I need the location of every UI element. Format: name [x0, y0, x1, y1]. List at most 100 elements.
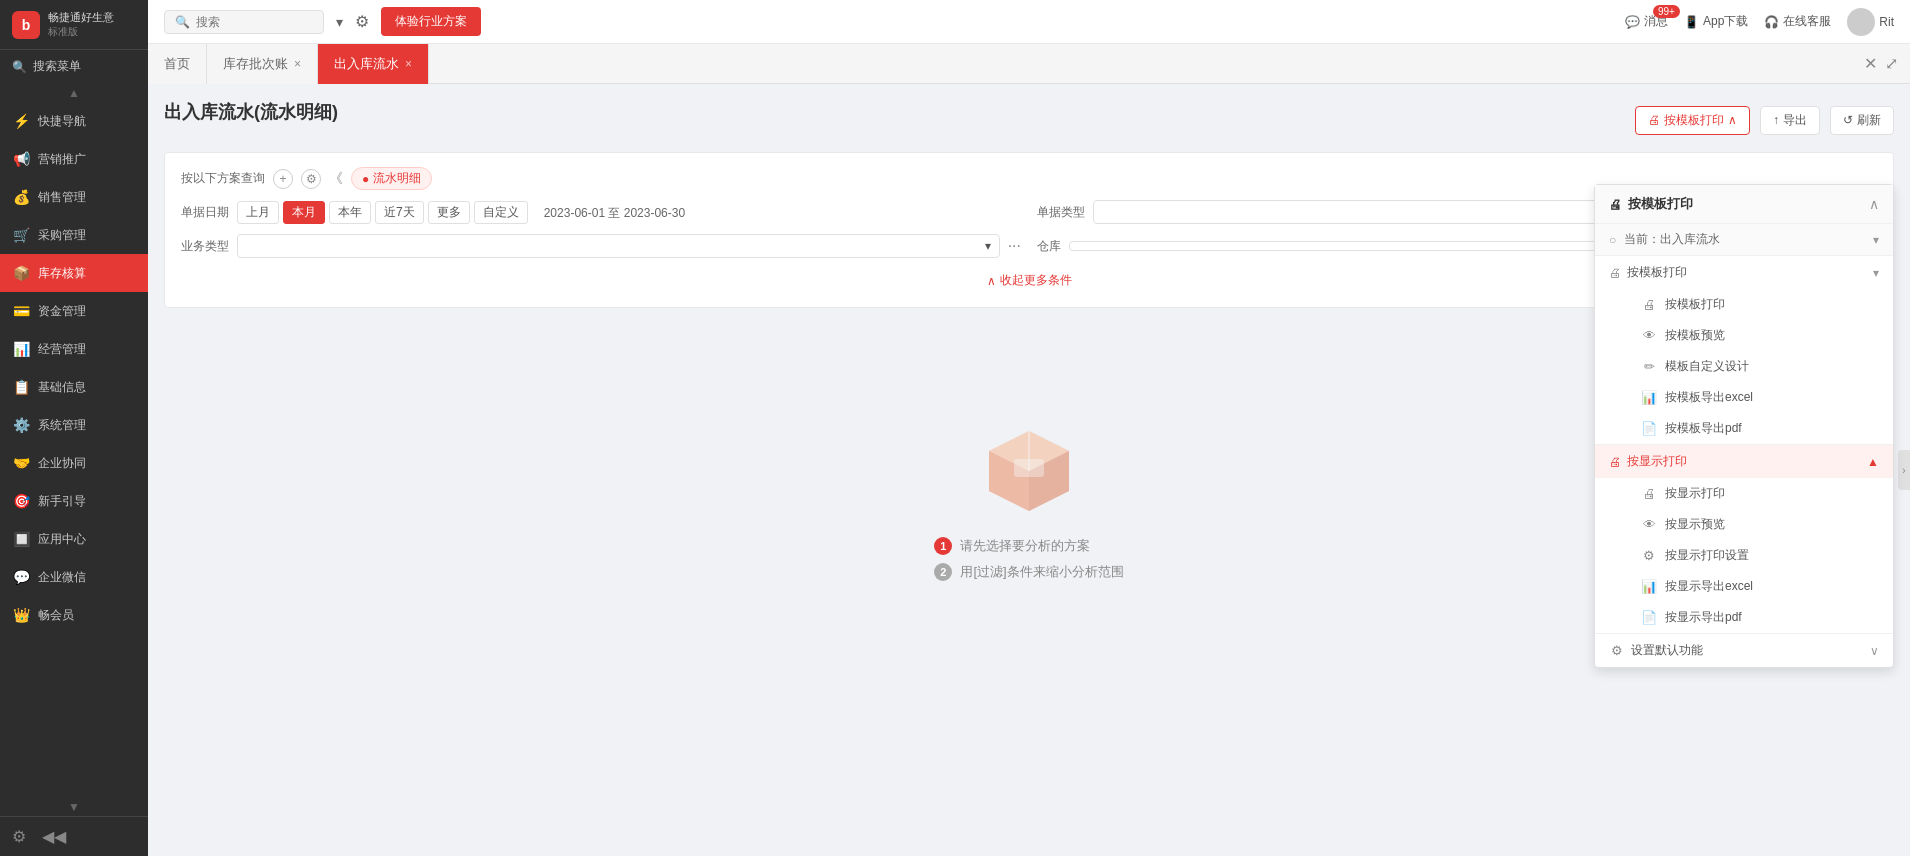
- tab-inout-flow-close[interactable]: ×: [405, 57, 412, 71]
- dropdown-item-display-preview[interactable]: 👁 按显示预览: [1595, 509, 1893, 540]
- dropdown-item-display-settings[interactable]: ⚙ 按显示打印设置: [1595, 540, 1893, 571]
- chevron-down-icon: ▼: [68, 800, 80, 814]
- sidebar-item-wechat[interactable]: 💬 企业微信: [0, 558, 148, 596]
- sidebar-item-enterprise[interactable]: 🤝 企业协同: [0, 444, 148, 482]
- sidebar-item-label: 经营管理: [38, 341, 86, 358]
- step1-num: 1: [934, 537, 952, 555]
- item-label: 按显示导出pdf: [1665, 609, 1742, 626]
- filter-add-btn[interactable]: +: [273, 169, 293, 189]
- sidebar-search-label: 搜索菜单: [33, 58, 81, 75]
- refresh-btn[interactable]: ↺ 刷新: [1830, 106, 1894, 135]
- dropdown-footer[interactable]: ⚙ 设置默认功能 ∨: [1595, 634, 1893, 667]
- dropdown-item-display-excel[interactable]: 📊 按显示导出excel: [1595, 571, 1893, 602]
- sidebar-item-sales[interactable]: 💰 销售管理: [0, 178, 148, 216]
- tab-close-window-icon[interactable]: ✕: [1864, 54, 1877, 73]
- dropdown-item-display-pdf[interactable]: 📄 按显示导出pdf: [1595, 602, 1893, 633]
- sidebar-item-apps[interactable]: 🔲 应用中心: [0, 520, 148, 558]
- sidebar-item-basic[interactable]: 📋 基础信息: [0, 368, 148, 406]
- sidebar-item-marketing[interactable]: 📢 营销推广: [0, 140, 148, 178]
- topbar-gear-icon[interactable]: ⚙: [355, 12, 369, 31]
- empty-state-steps: 1 请先选择要分析的方案 2 用[过滤]条件来缩小分析范围: [934, 537, 1123, 581]
- filter-tag-flow[interactable]: ● 流水明细: [351, 167, 432, 190]
- sidebar-item-guide[interactable]: 🎯 新手引导: [0, 482, 148, 520]
- print-icon: 🖨: [1609, 197, 1622, 212]
- dropdown-title-text: 按模板打印: [1628, 195, 1693, 213]
- dropdown-item-template-custom[interactable]: ✏ 模板自定义设计: [1595, 351, 1893, 382]
- date-btn-custom[interactable]: 自定义: [474, 201, 528, 224]
- sidebar-item-label: 畅会员: [38, 607, 74, 624]
- excel-icon: 📊: [1641, 390, 1657, 406]
- filter-collapse-icon[interactable]: 《: [329, 170, 343, 188]
- date-btn-last-month[interactable]: 上月: [237, 201, 279, 224]
- pdf-icon: 📄: [1641, 610, 1657, 626]
- settings-icon[interactable]: ⚙: [12, 827, 26, 846]
- item-label: 按显示导出excel: [1665, 578, 1753, 595]
- topbar-search-box[interactable]: 🔍: [164, 10, 324, 34]
- sidebar-item-system[interactable]: ⚙️ 系统管理: [0, 406, 148, 444]
- operation-icon: 📊: [12, 340, 30, 358]
- trial-btn[interactable]: 体验行业方案: [381, 7, 481, 36]
- chevron-up-icon: ▲: [68, 86, 80, 100]
- sidebar-scroll-up[interactable]: ▲: [0, 83, 148, 102]
- sidebar-item-label: 新手引导: [38, 493, 86, 510]
- sidebar-search-item[interactable]: 🔍 搜索菜单: [0, 50, 148, 83]
- export-btn[interactable]: ↑ 导出: [1760, 106, 1820, 135]
- date-btn-this-year[interactable]: 本年: [329, 201, 371, 224]
- online-service-btn[interactable]: 🎧 在线客服: [1764, 13, 1831, 30]
- sidebar-item-label: 快捷导航: [38, 113, 86, 130]
- page-title: 出入库流水(流水明细): [164, 100, 338, 124]
- step2-num: 2: [934, 563, 952, 581]
- excel-icon: 📊: [1641, 579, 1657, 595]
- topbar-dropdown-arrow[interactable]: ▾: [336, 14, 343, 30]
- dropdown-collapse-icon[interactable]: ∧: [1869, 196, 1879, 212]
- date-btn-7days[interactable]: 近7天: [375, 201, 424, 224]
- sidebar-item-inventory[interactable]: 📦 库存核算: [0, 254, 148, 292]
- sidebar-item-member[interactable]: 👑 畅会员: [0, 596, 148, 634]
- filter-settings-btn[interactable]: ⚙: [301, 169, 321, 189]
- template-print-section-label: 按模板打印: [1627, 264, 1687, 281]
- dropdown-item-display-print[interactable]: 🖨 按显示打印: [1595, 478, 1893, 509]
- step2-text: 用[过滤]条件来缩小分析范围: [960, 563, 1123, 581]
- business-type-select[interactable]: ▾: [237, 234, 1000, 258]
- dropdown-item-template-preview[interactable]: 👁 按模板预览: [1595, 320, 1893, 351]
- preview-icon: 👁: [1641, 328, 1657, 344]
- dropdown-section-template-header[interactable]: 🖨 按模板打印 ▾: [1595, 256, 1893, 289]
- template-print-section-icon: 🖨: [1609, 266, 1621, 280]
- date-btn-this-month[interactable]: 本月: [283, 201, 325, 224]
- sidebar-item-label: 企业协同: [38, 455, 86, 472]
- tab-home[interactable]: 首页: [148, 44, 207, 84]
- message-btn[interactable]: 💬 消息 99+: [1625, 13, 1668, 30]
- sidebar-bottom: ⚙ ◀◀: [0, 816, 148, 856]
- dropdown-current-arrow[interactable]: ▾: [1873, 233, 1879, 247]
- date-btn-more[interactable]: 更多: [428, 201, 470, 224]
- template-print-btn[interactable]: 🖨 按模板打印 ∧: [1635, 106, 1750, 135]
- dropdown-current-label: 当前：出入库流水: [1624, 231, 1720, 248]
- export-icon: ↑: [1773, 113, 1779, 127]
- dropdown-item-template-print[interactable]: 🖨 按模板打印: [1595, 289, 1893, 320]
- tab-inout-flow[interactable]: 出入库流水 ×: [318, 44, 429, 84]
- sidebar-item-operation[interactable]: 📊 经营管理: [0, 330, 148, 368]
- sidebar-item-quick-nav[interactable]: ⚡ 快捷导航: [0, 102, 148, 140]
- tab-batch-account[interactable]: 库存批次账 ×: [207, 44, 318, 84]
- dropdown-item-template-excel[interactable]: 📊 按模板导出excel: [1595, 382, 1893, 413]
- sidebar-item-label: 企业微信: [38, 569, 86, 586]
- tab-batch-account-close[interactable]: ×: [294, 57, 301, 71]
- toolbar-right: 🖨 按模板打印 ∧ ↑ 导出 ↺ 刷新: [1635, 106, 1894, 135]
- dropdown-section-display-header[interactable]: 🖨 按显示打印 ▲: [1595, 445, 1893, 478]
- dropdown-item-template-pdf[interactable]: 📄 按模板导出pdf: [1595, 413, 1893, 444]
- collapse-sidebar-icon[interactable]: ◀◀: [42, 827, 66, 846]
- export-label: 导出: [1783, 112, 1807, 129]
- app-download-btn[interactable]: 📱 App下载: [1684, 13, 1748, 30]
- sidebar-item-label: 库存核算: [38, 265, 86, 282]
- search-input[interactable]: [196, 15, 313, 29]
- right-panel-toggle[interactable]: ›: [1898, 450, 1910, 490]
- sidebar-scroll-down[interactable]: ▼: [0, 797, 148, 816]
- sidebar-item-finance[interactable]: 💳 资金管理: [0, 292, 148, 330]
- tab-maximize-icon[interactable]: ⤢: [1885, 54, 1898, 73]
- sidebar-item-label: 系统管理: [38, 417, 86, 434]
- user-avatar-area[interactable]: Rit: [1847, 8, 1894, 36]
- online-service-label: 在线客服: [1783, 13, 1831, 30]
- message-icon: 💬: [1625, 15, 1640, 29]
- apps-icon: 🔲: [12, 530, 30, 548]
- sidebar-item-purchase[interactable]: 🛒 采购管理: [0, 216, 148, 254]
